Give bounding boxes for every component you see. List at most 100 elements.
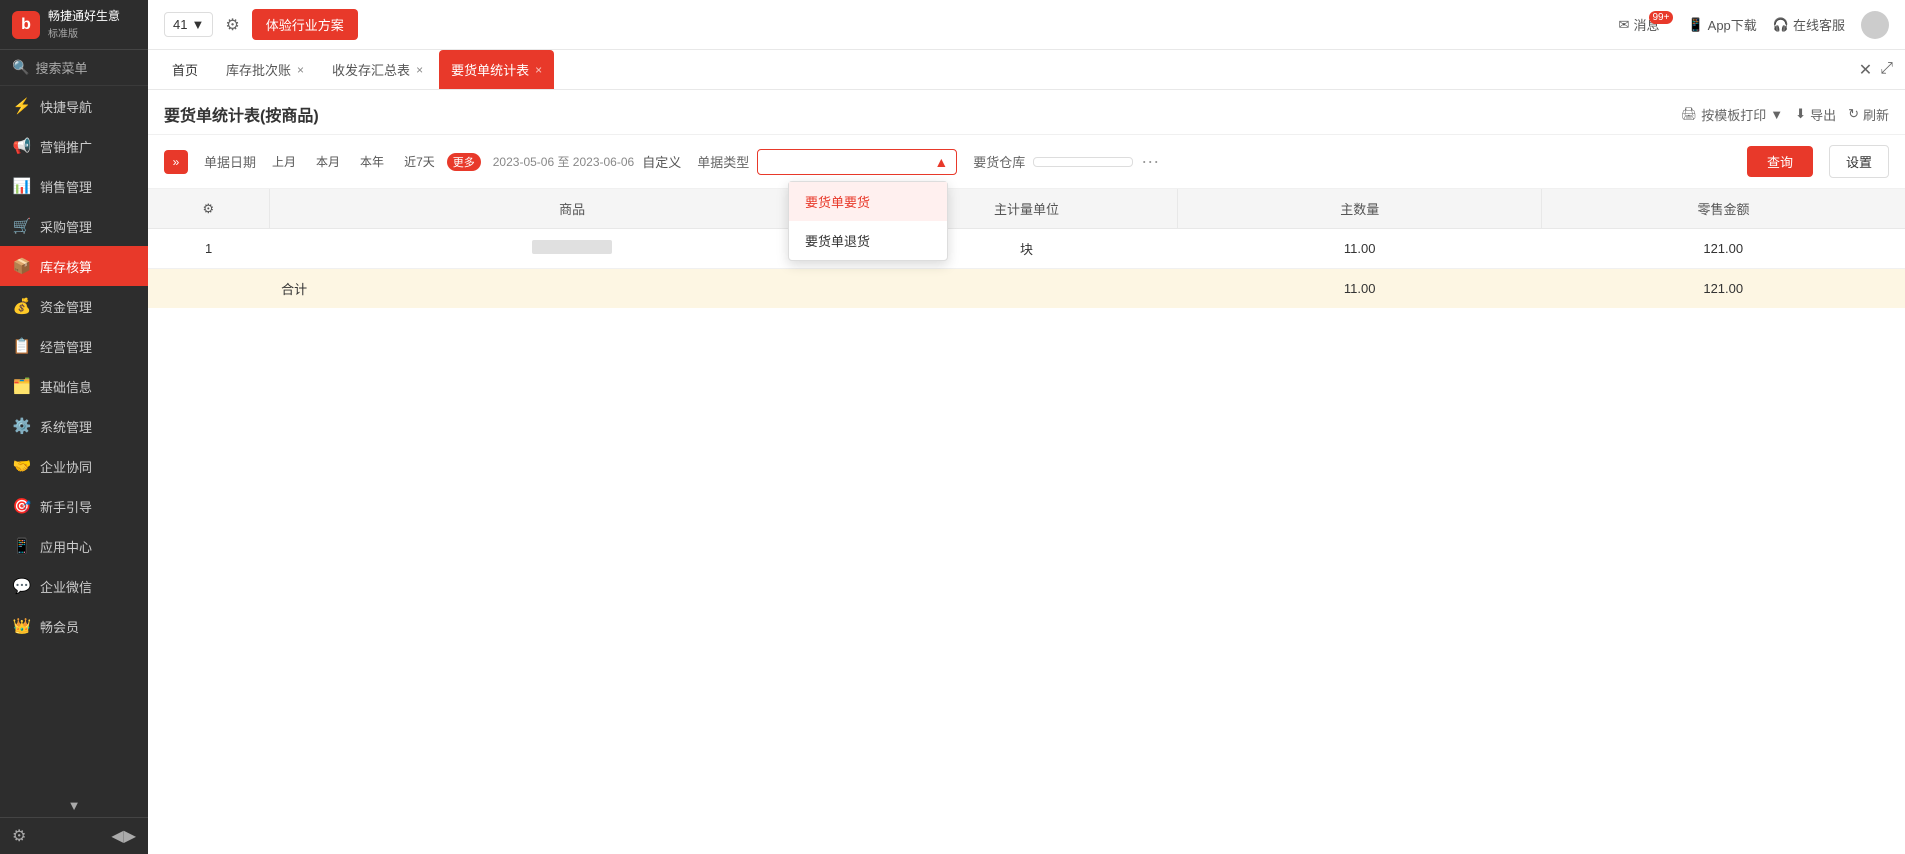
sidebar-item-system[interactable]: ⚙️ 系统管理 bbox=[0, 406, 148, 446]
sidebar-item-guide[interactable]: 🎯 新手引导 bbox=[0, 486, 148, 526]
tab-receive-summary[interactable]: 收发存汇总表 × bbox=[320, 50, 435, 89]
sidebar-item-inventory[interactable]: 📦 库存核算 bbox=[0, 246, 148, 286]
trial-button[interactable]: 体验行业方案 bbox=[252, 9, 358, 40]
sidebar-nav: ⚡ 快捷导航 📢 营销推广 📊 销售管理 🛒 采购管理 📦 库存核算 💰 资金管… bbox=[0, 86, 148, 794]
sidebar-item-marketing[interactable]: 📢 营销推广 bbox=[0, 126, 148, 166]
sidebar-item-enterprise[interactable]: 🤝 企业协同 bbox=[0, 446, 148, 486]
sidebar-search-label: 搜索菜单 bbox=[35, 58, 87, 77]
table-footer-row: 合计 11.00 121.00 bbox=[148, 269, 1905, 309]
sidebar-item-label: 畅会员 bbox=[40, 617, 79, 636]
settings-button[interactable]: 设置 bbox=[1829, 145, 1889, 178]
online-service-item[interactable]: 🎧 在线客服 bbox=[1773, 15, 1845, 34]
date-range-display: 2023-05-06 至 2023-06-06 bbox=[493, 153, 634, 170]
custom-date-btn[interactable]: 自定义 bbox=[642, 152, 681, 171]
app-download-label: App下载 bbox=[1708, 15, 1757, 34]
tab-order-stats-close[interactable]: × bbox=[535, 63, 542, 77]
collapse-icon[interactable]: ◀▶ bbox=[111, 826, 136, 846]
tab-receive-summary-close[interactable]: × bbox=[416, 63, 423, 77]
purchase-icon: 🛒 bbox=[12, 216, 32, 236]
data-table: ⚙ 商品 主计量单位 主数量 零售金额 1 块 11.00 bbox=[148, 189, 1905, 308]
tab-order-stats-label: 要货单统计表 bbox=[451, 60, 529, 79]
date-shortcuts: 上月 本月 本年 近7天 更多 bbox=[264, 151, 481, 172]
refresh-icon: ↻ bbox=[1848, 106, 1859, 122]
sidebar-item-basic[interactable]: 🗂️ 基础信息 bbox=[0, 366, 148, 406]
filter-expand-button[interactable]: » bbox=[164, 150, 188, 174]
dropdown-item-order-return[interactable]: 要货单退货 bbox=[789, 221, 947, 260]
member-icon: 👑 bbox=[12, 616, 32, 636]
cell-no: 1 bbox=[148, 229, 269, 269]
tenant-name: 41 bbox=[173, 17, 187, 32]
sidebar-item-operations[interactable]: 📋 经营管理 bbox=[0, 326, 148, 366]
data-table-wrapper: ⚙ 商品 主计量单位 主数量 零售金额 1 块 11.00 bbox=[148, 189, 1905, 854]
tab-order-stats[interactable]: 要货单统计表 × bbox=[439, 50, 554, 89]
sales-icon: 📊 bbox=[12, 176, 32, 196]
footer-empty-1 bbox=[148, 269, 269, 309]
refresh-label: 刷新 bbox=[1863, 105, 1889, 124]
sidebar-item-sales[interactable]: 📊 销售管理 bbox=[0, 166, 148, 206]
logo-icon: b bbox=[12, 11, 40, 39]
tab-home[interactable]: 首页 bbox=[160, 50, 210, 89]
messages-badge: 99+ bbox=[1649, 11, 1674, 24]
warehouse-filter-group: 要货仓库 ··· bbox=[973, 151, 1159, 172]
header-settings-icon[interactable]: ⚙ bbox=[225, 15, 239, 35]
sidebar-item-wechat[interactable]: 💬 企业微信 bbox=[0, 566, 148, 606]
print-dropdown-icon[interactable]: ▼ bbox=[1770, 107, 1783, 122]
doc-type-dropdown: 要货单要货 要货单退货 bbox=[788, 181, 948, 261]
sidebar-item-label: 采购管理 bbox=[40, 217, 92, 236]
date-7days[interactable]: 近7天 bbox=[396, 151, 443, 172]
sidebar-item-appstore[interactable]: 📱 应用中心 bbox=[0, 526, 148, 566]
dropdown-item-order-goods[interactable]: 要货单要货 bbox=[789, 182, 947, 221]
tenant-selector[interactable]: 41 ▼ bbox=[164, 12, 213, 37]
operations-icon: 📋 bbox=[12, 336, 32, 356]
footer-unit-empty bbox=[875, 269, 1178, 309]
tab-inventory-batch[interactable]: 库存批次账 × bbox=[214, 50, 316, 89]
doc-type-filter-group: 单据类型 ▲ bbox=[697, 149, 957, 175]
page-title-bar: 要货单统计表(按商品) 🖨 按模板打印 ▼ ⬇ 导出 ↻ 刷新 bbox=[148, 90, 1905, 135]
warehouse-input[interactable] bbox=[1033, 157, 1133, 167]
date-filter-label: 单据日期 bbox=[204, 152, 256, 171]
table-footer: 合计 11.00 121.00 bbox=[148, 269, 1905, 309]
message-icon: ✉ bbox=[1619, 17, 1630, 33]
app-download-item[interactable]: 📱 App下载 bbox=[1687, 15, 1756, 34]
warehouse-more-icon[interactable]: ··· bbox=[1141, 151, 1159, 172]
sidebar-item-member[interactable]: 👑 畅会员 bbox=[0, 606, 148, 646]
date-current[interactable]: 本月 bbox=[308, 151, 348, 172]
download-icon: 📱 bbox=[1687, 17, 1703, 33]
doc-type-select[interactable]: ▲ bbox=[757, 149, 957, 175]
date-year[interactable]: 本年 bbox=[352, 151, 392, 172]
tab-close-all-icon[interactable]: ✕ bbox=[1859, 60, 1872, 80]
user-avatar[interactable] bbox=[1861, 11, 1889, 39]
page-content: 要货单统计表(按商品) 🖨 按模板打印 ▼ ⬇ 导出 ↻ 刷新 bbox=[148, 90, 1905, 854]
date-upper[interactable]: 上月 bbox=[264, 151, 304, 172]
doc-type-arrow-icon: ▲ bbox=[934, 154, 948, 170]
col-settings[interactable]: ⚙ bbox=[148, 189, 269, 229]
query-button[interactable]: 查询 bbox=[1747, 146, 1813, 177]
sidebar-scroll-down[interactable]: ▼ bbox=[0, 794, 148, 817]
inventory-icon: 📦 bbox=[12, 256, 32, 276]
sidebar-item-quick-nav[interactable]: ⚡ 快捷导航 bbox=[0, 86, 148, 126]
messages-item[interactable]: ✉ 消息 99+ bbox=[1619, 15, 1672, 34]
date-more[interactable]: 更多 bbox=[447, 153, 481, 171]
print-button[interactable]: 🖨 按模板打印 ▼ bbox=[1681, 105, 1783, 124]
page-title: 要货单统计表(按商品) bbox=[164, 102, 319, 126]
sidebar-item-label: 快捷导航 bbox=[40, 97, 92, 116]
sidebar-item-label: 库存核算 bbox=[40, 257, 92, 276]
col-qty: 主数量 bbox=[1178, 189, 1542, 229]
table-header-row: ⚙ 商品 主计量单位 主数量 零售金额 bbox=[148, 189, 1905, 229]
refresh-button[interactable]: ↻ 刷新 bbox=[1848, 105, 1889, 124]
sidebar-item-label: 销售管理 bbox=[40, 177, 92, 196]
sidebar-search[interactable]: 🔍 搜索菜单 bbox=[0, 50, 148, 86]
guide-icon: 🎯 bbox=[12, 496, 32, 516]
export-button[interactable]: ⬇ 导出 bbox=[1795, 105, 1836, 124]
sidebar-item-label: 企业协同 bbox=[40, 457, 92, 476]
tab-bar-actions: ✕ ⤢ bbox=[1859, 60, 1893, 80]
tab-expand-icon[interactable]: ⤢ bbox=[1880, 60, 1893, 80]
settings-footer-icon[interactable]: ⚙ bbox=[12, 826, 26, 846]
wechat-icon: 💬 bbox=[12, 576, 32, 596]
tab-inventory-batch-close[interactable]: × bbox=[297, 63, 304, 77]
sidebar-item-label: 经营管理 bbox=[40, 337, 92, 356]
sidebar-item-purchase[interactable]: 🛒 采购管理 bbox=[0, 206, 148, 246]
product-name-placeholder bbox=[532, 240, 612, 254]
cell-product bbox=[269, 229, 875, 269]
sidebar-item-finance[interactable]: 💰 资金管理 bbox=[0, 286, 148, 326]
